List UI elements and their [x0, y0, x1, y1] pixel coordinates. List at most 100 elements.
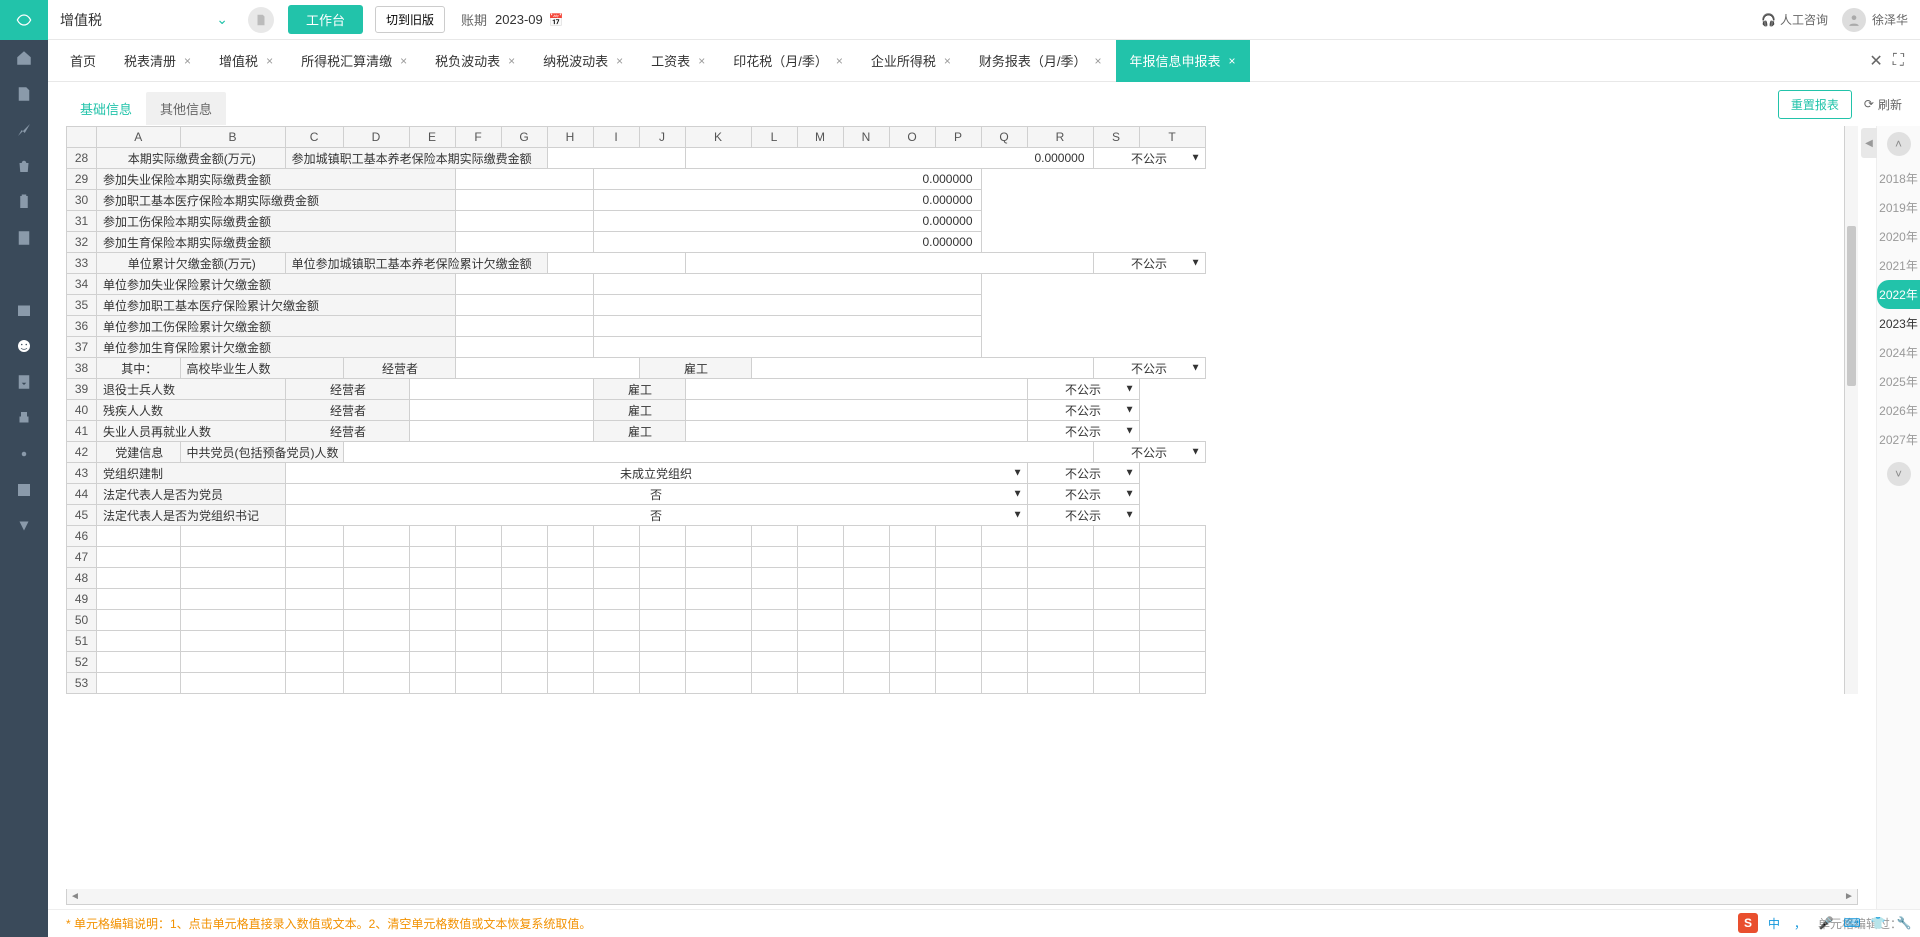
data-cell[interactable]: [409, 673, 455, 694]
row-header[interactable]: 53: [67, 673, 97, 694]
data-cell[interactable]: [843, 631, 889, 652]
data-cell[interactable]: [639, 631, 685, 652]
data-cell[interactable]: [1027, 526, 1093, 547]
data-cell[interactable]: [593, 316, 981, 337]
row-header[interactable]: 51: [67, 631, 97, 652]
data-cell[interactable]: [1027, 568, 1093, 589]
data-cell[interactable]: [1139, 589, 1205, 610]
close-icon[interactable]: ×: [698, 54, 705, 68]
row-header[interactable]: 47: [67, 547, 97, 568]
data-cell[interactable]: [409, 568, 455, 589]
app-logo[interactable]: [0, 0, 48, 40]
data-cell[interactable]: [935, 652, 981, 673]
data-cell[interactable]: [935, 610, 981, 631]
data-cell[interactable]: [889, 589, 935, 610]
nav-play-icon[interactable]: [0, 472, 48, 508]
data-cell[interactable]: [935, 568, 981, 589]
row-header[interactable]: 38: [67, 358, 97, 379]
dropdown-cell[interactable]: 不公示▼: [1027, 484, 1139, 505]
data-cell[interactable]: [455, 589, 501, 610]
data-cell[interactable]: [455, 568, 501, 589]
data-cell[interactable]: [180, 547, 285, 568]
ime-tool-icon[interactable]: 🔧: [1894, 913, 1914, 933]
data-cell[interactable]: 0.000000: [685, 148, 1093, 169]
data-cell[interactable]: [593, 568, 639, 589]
data-cell[interactable]: [455, 673, 501, 694]
data-cell[interactable]: [593, 610, 639, 631]
data-cell[interactable]: [685, 631, 751, 652]
data-cell[interactable]: [455, 358, 639, 379]
year-2019年[interactable]: 2019年: [1877, 193, 1920, 222]
tax-type-select[interactable]: 增值税 ⌄: [60, 10, 240, 30]
data-cell[interactable]: [889, 652, 935, 673]
col-header[interactable]: C: [285, 127, 343, 148]
data-cell[interactable]: [343, 631, 409, 652]
expand-icon[interactable]: ⛶: [1893, 52, 1904, 70]
horizontal-scrollbar[interactable]: ◄ ►: [66, 889, 1858, 905]
row-header[interactable]: 41: [67, 421, 97, 442]
data-cell[interactable]: [285, 673, 343, 694]
ime-zh-icon[interactable]: 中: [1764, 913, 1784, 933]
data-cell[interactable]: [685, 589, 751, 610]
row-header[interactable]: 32: [67, 232, 97, 253]
data-cell[interactable]: [751, 652, 797, 673]
data-cell[interactable]: [797, 589, 843, 610]
col-header[interactable]: D: [343, 127, 409, 148]
data-cell[interactable]: [685, 610, 751, 631]
dropdown-cell[interactable]: 未成立党组织▼: [285, 463, 1027, 484]
row-header[interactable]: 52: [67, 652, 97, 673]
nav-clipboard-icon[interactable]: [0, 184, 48, 220]
data-cell[interactable]: [501, 652, 547, 673]
data-cell[interactable]: [593, 547, 639, 568]
close-icon[interactable]: ×: [944, 54, 951, 68]
data-cell[interactable]: [981, 673, 1027, 694]
nav-v-icon[interactable]: [0, 508, 48, 544]
col-header[interactable]: A: [97, 127, 181, 148]
data-cell[interactable]: [1139, 568, 1205, 589]
row-header[interactable]: 35: [67, 295, 97, 316]
data-cell[interactable]: [97, 673, 181, 694]
tab-2[interactable]: 增值税×: [205, 40, 287, 82]
data-cell[interactable]: [593, 673, 639, 694]
nav-calc-icon[interactable]: [0, 220, 48, 256]
dropdown-cell[interactable]: 不公示▼: [1027, 421, 1139, 442]
year-2018年[interactable]: 2018年: [1877, 164, 1920, 193]
dropdown-cell[interactable]: 不公示▼: [1093, 148, 1205, 169]
data-cell[interactable]: [409, 547, 455, 568]
nav-settings-icon[interactable]: [0, 436, 48, 472]
data-cell[interactable]: [97, 631, 181, 652]
data-cell[interactable]: [455, 547, 501, 568]
data-cell[interactable]: [547, 526, 593, 547]
year-down-icon[interactable]: ˅: [1887, 462, 1911, 486]
row-header[interactable]: 37: [67, 337, 97, 358]
data-cell[interactable]: [547, 673, 593, 694]
data-cell[interactable]: [180, 631, 285, 652]
data-cell[interactable]: [455, 274, 593, 295]
row-header[interactable]: 30: [67, 190, 97, 211]
switch-old-button[interactable]: 切到旧版: [375, 6, 445, 33]
data-cell[interactable]: [547, 568, 593, 589]
data-cell[interactable]: [797, 631, 843, 652]
data-cell[interactable]: [797, 652, 843, 673]
support-link[interactable]: 🎧 人工咨询: [1761, 11, 1828, 28]
data-cell[interactable]: [180, 673, 285, 694]
data-cell[interactable]: [1027, 610, 1093, 631]
data-cell[interactable]: [685, 673, 751, 694]
data-cell[interactable]: [593, 526, 639, 547]
data-cell[interactable]: [685, 253, 1093, 274]
data-cell[interactable]: [889, 547, 935, 568]
data-cell[interactable]: [409, 379, 593, 400]
data-cell[interactable]: [343, 589, 409, 610]
subtab-basic[interactable]: 基础信息: [66, 92, 146, 125]
col-header[interactable]: I: [593, 127, 639, 148]
col-header[interactable]: O: [889, 127, 935, 148]
col-header[interactable]: H: [547, 127, 593, 148]
data-cell[interactable]: [1139, 652, 1205, 673]
data-cell[interactable]: [935, 631, 981, 652]
data-cell[interactable]: [501, 547, 547, 568]
nav-calendar-icon[interactable]: [0, 292, 48, 328]
data-cell[interactable]: [843, 568, 889, 589]
col-header[interactable]: J: [639, 127, 685, 148]
dropdown-cell[interactable]: 不公示▼: [1027, 463, 1139, 484]
ime-kbd-icon[interactable]: ⌨: [1842, 913, 1862, 933]
